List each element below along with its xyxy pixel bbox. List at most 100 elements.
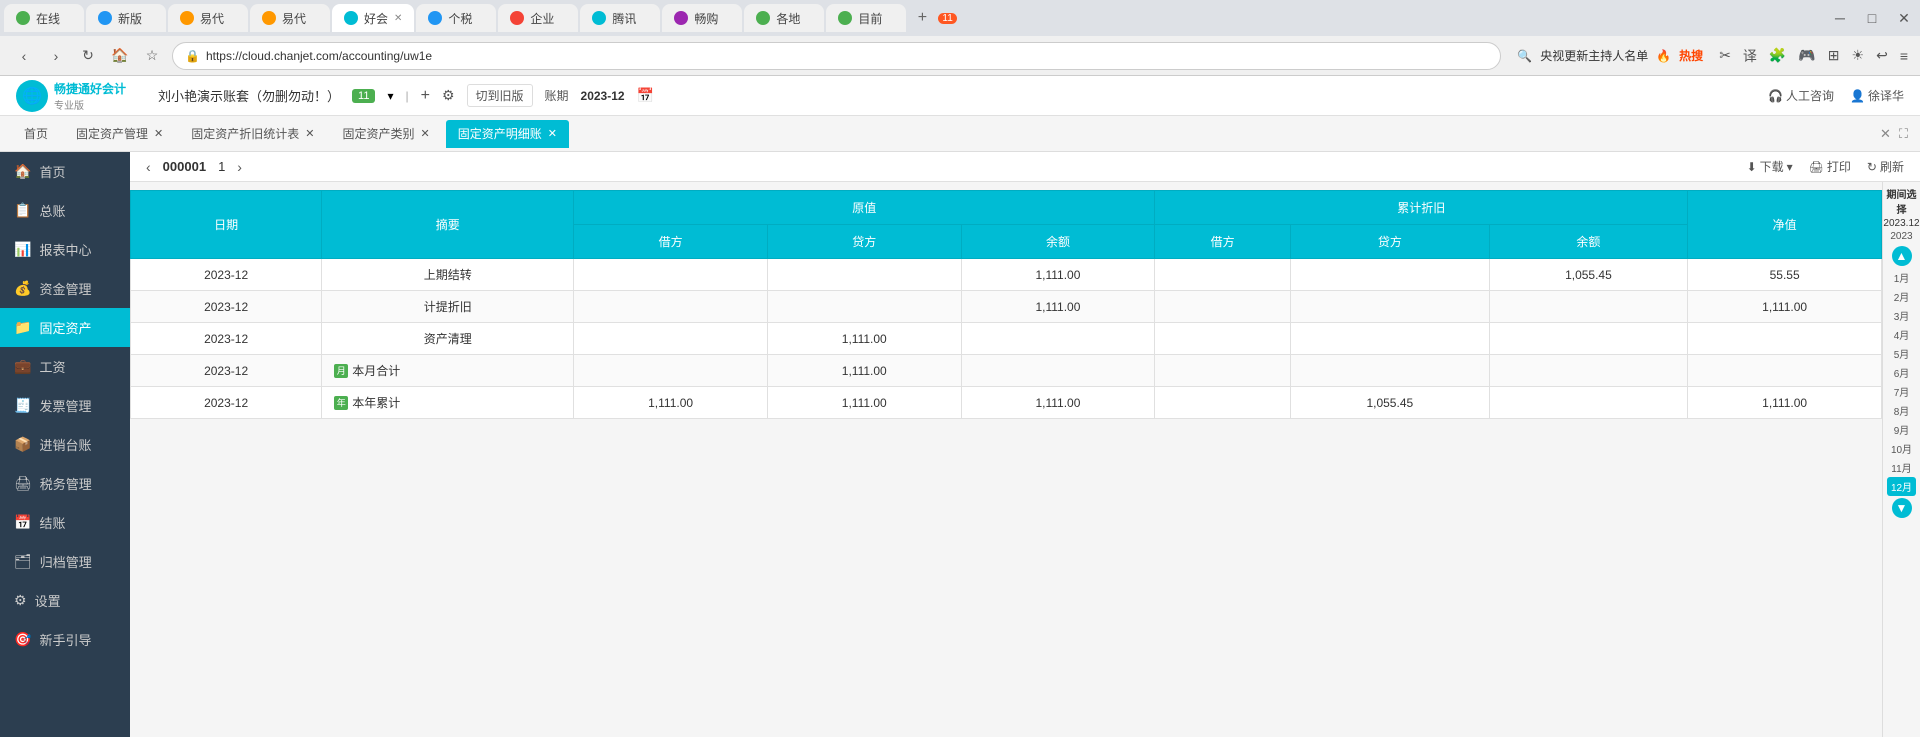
cut-icon[interactable]: ✂ <box>1719 47 1731 64</box>
url-input[interactable]: 🔒 https://cloud.chanjet.com/accounting/u… <box>172 42 1501 70</box>
period-down-button[interactable]: ▼ <box>1892 498 1912 518</box>
expand-panel-icon[interactable]: ⛶ <box>1899 126 1908 142</box>
month-9[interactable]: 9月 <box>1892 420 1912 439</box>
refresh-button[interactable]: ↻ 刷新 <box>1867 158 1904 175</box>
brightness-icon[interactable]: ☀ <box>1852 47 1865 64</box>
tab-icon-haohui <box>344 11 358 25</box>
switch-version-button[interactable]: 切到旧版 <box>467 84 533 107</box>
month-8[interactable]: 8月 <box>1892 401 1912 420</box>
tab-close-haohui[interactable]: ✕ <box>394 13 402 24</box>
row4-orig-debit <box>574 355 768 387</box>
tab-muqian[interactable]: 目前 <box>826 4 906 32</box>
tab-close-detail[interactable]: ✕ <box>548 127 557 140</box>
sidebar-item-fund[interactable]: 💰 资金管理 <box>0 269 130 308</box>
user-profile-button[interactable]: 👤 徐译华 <box>1850 87 1904 104</box>
month-7[interactable]: 7月 <box>1892 382 1912 401</box>
tab-fixed-asset-mgmt[interactable]: 固定资产管理 ✕ <box>64 120 175 148</box>
row3-acc-credit <box>1291 323 1490 355</box>
menu-icon[interactable]: ≡ <box>1900 48 1908 64</box>
next-page-button[interactable]: › <box>237 159 242 175</box>
tab-close-category[interactable]: ✕ <box>421 127 430 140</box>
calendar-icon[interactable]: 📅 <box>637 87 654 104</box>
close-button[interactable]: ✕ <box>1892 6 1916 30</box>
sidebar-item-home[interactable]: 🏠 首页 <box>0 152 130 191</box>
tab-qiye[interactable]: 企业 <box>498 4 578 32</box>
month-6[interactable]: 6月 <box>1892 363 1912 382</box>
row5-net-value: 1,111.00 <box>1688 387 1882 419</box>
tab-close-depreciation[interactable]: ✕ <box>305 127 314 140</box>
month-11[interactable]: 11月 <box>1889 458 1913 477</box>
add-button[interactable]: + <box>421 87 430 105</box>
sidebar-item-fixed-asset[interactable]: 📁 固定资产 <box>0 308 130 347</box>
sidebar-item-report[interactable]: 📊 报表中心 <box>0 230 130 269</box>
tab-yidai2[interactable]: 易代 <box>250 4 330 32</box>
period-up-button[interactable]: ▲ <box>1892 246 1912 266</box>
print-button[interactable]: 🖨 打印 <box>1809 158 1851 175</box>
url-text: https://cloud.chanjet.com/accounting/uw1… <box>206 49 432 63</box>
row3-orig-balance <box>961 323 1155 355</box>
tab-gedi[interactable]: 各地 <box>744 4 824 32</box>
sidebar-item-guide[interactable]: 🎯 新手引导 <box>0 620 130 659</box>
month-4[interactable]: 4月 <box>1892 325 1912 344</box>
tab-geshui[interactable]: 个税 <box>416 4 496 32</box>
close-panel-icon[interactable]: ✕ <box>1880 126 1891 142</box>
period-label: 账期 <box>545 87 569 104</box>
extension-icon[interactable]: 🧩 <box>1769 47 1786 64</box>
tab-tencent[interactable]: 腾讯 <box>580 4 660 32</box>
address-bar: ‹ › ↻ 🏠 ☆ 🔒 https://cloud.chanjet.com/ac… <box>0 36 1920 76</box>
tab-new[interactable]: 新版 <box>86 4 166 32</box>
tab-icon-geshui <box>428 11 442 25</box>
grid-icon[interactable]: ⊞ <box>1828 47 1840 64</box>
sidebar-item-purchase[interactable]: 📦 进销台账 <box>0 425 130 464</box>
prev-page-button[interactable]: ‹ <box>146 159 151 175</box>
month-1[interactable]: 1月 <box>1892 268 1912 287</box>
refresh-browser-button[interactable]: ↻ <box>76 44 100 68</box>
tab-depreciation[interactable]: 固定资产折旧统计表 ✕ <box>179 120 326 148</box>
tab-online[interactable]: 在线 <box>4 4 84 32</box>
row4-net-value <box>1688 355 1882 387</box>
row3-date: 2023-12 <box>131 323 322 355</box>
forward-button[interactable]: › <box>44 44 68 68</box>
tab-chang[interactable]: 畅购 <box>662 4 742 32</box>
sidebar-item-salary[interactable]: 💼 工资 <box>0 347 130 386</box>
tab-close-fixed-asset-mgmt[interactable]: ✕ <box>154 127 163 140</box>
sidebar-item-tax[interactable]: 🖨 税务管理 <box>0 464 130 503</box>
tab-yidai1[interactable]: 易代 <box>168 4 248 32</box>
month-2[interactable]: 2月 <box>1892 287 1912 306</box>
maximize-button[interactable]: □ <box>1860 6 1884 30</box>
page-tabs: 首页 固定资产管理 ✕ 固定资产折旧统计表 ✕ 固定资产类别 ✕ 固定资产明细账… <box>0 116 1920 152</box>
human-service-button[interactable]: 🎧 人工咨询 <box>1768 87 1834 104</box>
tab-detail[interactable]: 固定资产明细账 ✕ <box>446 120 569 148</box>
game-icon[interactable]: 🎮 <box>1798 47 1815 64</box>
month-5[interactable]: 5月 <box>1892 344 1912 363</box>
sidebar-item-invoice[interactable]: 🧾 发票管理 <box>0 386 130 425</box>
search-text: 央视更新主持人名单 <box>1540 47 1648 64</box>
bookmark-button[interactable]: ☆ <box>140 44 164 68</box>
tab-label-new: 新版 <box>118 10 142 27</box>
month-10[interactable]: 10月 <box>1889 439 1914 458</box>
row2-net-value: 1,111.00 <box>1688 291 1882 323</box>
translate-icon[interactable]: 译 <box>1743 46 1757 66</box>
table-row: 2023-12 上期结转 1,111.00 1,055.45 55.55 <box>131 259 1882 291</box>
sidebar-item-ledger[interactable]: 📋 总账 <box>0 191 130 230</box>
tab-category[interactable]: 固定资产类别 ✕ <box>330 120 441 148</box>
month-12[interactable]: 12月 <box>1887 477 1916 496</box>
home-browser-button[interactable]: 🏠 <box>108 44 132 68</box>
col-sub-acc-debit: 借方 <box>1155 225 1291 259</box>
tab-label-gedi: 各地 <box>776 10 800 27</box>
fixed-asset-icon: 📁 <box>14 319 31 336</box>
month-3[interactable]: 3月 <box>1892 306 1912 325</box>
back-button[interactable]: ‹ <box>12 44 36 68</box>
sidebar-item-settings[interactable]: ⚙ 设置 <box>0 581 130 620</box>
sidebar-item-archive[interactable]: 🗂 归档管理 <box>0 542 130 581</box>
sidebar-item-closing[interactable]: 📅 结账 <box>0 503 130 542</box>
undo-icon[interactable]: ↩ <box>1876 47 1888 64</box>
dropdown-arrow[interactable]: ▾ <box>387 89 393 103</box>
tab-haohui[interactable]: 好会 ✕ <box>332 4 414 32</box>
download-button[interactable]: ⬇ 下载 ▾ <box>1747 158 1793 175</box>
tab-home[interactable]: 首页 <box>12 120 60 148</box>
tab-icon-yidai2 <box>262 11 276 25</box>
minimize-button[interactable]: ─ <box>1828 6 1852 30</box>
settings-icon[interactable]: ⚙ <box>442 87 455 104</box>
new-tab-button[interactable]: + <box>908 4 936 32</box>
